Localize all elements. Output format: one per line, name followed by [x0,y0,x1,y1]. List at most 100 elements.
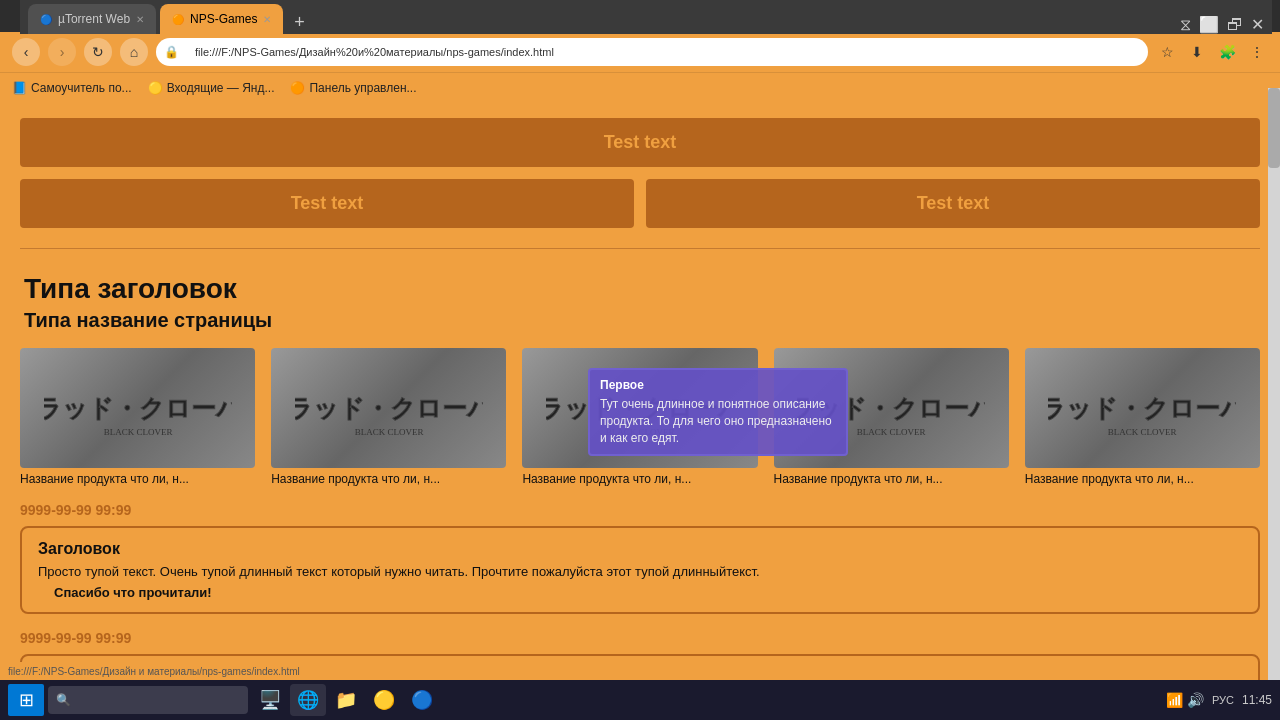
download-icon[interactable]: ⬇ [1186,41,1208,63]
back-button[interactable]: ‹ [12,38,40,66]
post-header-1: Заголовок [38,540,1242,558]
svg-text:BLACK CLOVER: BLACK CLOVER [354,427,423,437]
product-image-2: ブラッド・クローバー BLACK CLOVER [271,348,506,468]
window-buttons: ⧖ ⬜ 🗗 ✕ [1180,15,1264,34]
browser-chrome: 🔵 µTorrent Web ✕ 🟠 NPS-Games ✕ + ⧖ ⬜ 🗗 ✕… [0,0,1280,102]
taskbar-icon-2: 🌐 [297,689,319,711]
svg-text:ブラッド・クローバー: ブラッド・クローバー [1048,394,1236,422]
post-block-1: Заголовок Просто тупой текст. Очень тупо… [20,526,1260,614]
taskbar-icon-5: 🔵 [411,689,433,711]
svg-text:BLACK CLOVER: BLACK CLOVER [1108,427,1177,437]
product-name-2: Название продукта что ли, н... [271,472,506,486]
start-button[interactable]: ⊞ [8,684,44,716]
close-icon[interactable]: ✕ [263,14,271,25]
product-logo-2: ブラッド・クローバー BLACK CLOVER [271,348,506,468]
security-icon: 🔒 [164,45,179,59]
post-date-1: 9999-99-99 99:99 [20,502,1260,518]
section-title: Типа заголовок [20,273,1260,305]
bookmark-item-1[interactable]: 📘 Самоучитель по... [12,81,132,95]
reload-button[interactable]: ↻ [84,38,112,66]
product-logo-5: ブラッド・クローバー BLACK CLOVER [1025,348,1260,468]
taskbar-items: 🖥️ 🌐 📁 🟡 🔵 [252,684,440,716]
tab-utorrent[interactable]: 🔵 µTorrent Web ✕ [28,4,156,34]
product-image-5: ブラッド・クローバー BLACK CLOVER [1025,348,1260,468]
taskbar-item-3[interactable]: 📁 [328,684,364,716]
products-row: ブラッド・クローバー BLACK CLOVER Название продукт… [20,348,1260,486]
svg-text:BLACK CLOVER: BLACK CLOVER [103,427,172,437]
product-card-5[interactable]: ブラッド・クローバー BLACK CLOVER Название продукт… [1025,348,1260,486]
bookmark-icon[interactable]: ☆ [1156,41,1178,63]
product-card-3[interactable]: ブラッド・クローバー BLACK CLOVER Название продукт… [522,348,757,486]
minimize-button[interactable]: ⧖ [1180,16,1191,34]
product-name-5: Название продукта что ли, н... [1025,472,1260,486]
restore-button[interactable]: 🗗 [1227,16,1243,34]
bookmark-label-2: Входящие — Янд... [167,81,275,95]
product-tooltip: Первое Тут очень длинное и понятное опис… [588,368,848,456]
bookmark-label-3: Панель управлен... [309,81,416,95]
product-name-1: Название продукта что ли, н... [20,472,255,486]
sys-icons: 📶 🔊 [1166,692,1204,708]
post-text-1: Просто тупой текст. Очень тупой длинный … [38,564,1242,579]
address-input[interactable] [183,38,1140,66]
new-tab-button[interactable]: + [287,10,311,34]
taskbar-icon-1: 🖥️ [259,689,281,711]
section-heading: Типа заголовок Типа название страницы [20,273,1260,332]
tab-nps-games[interactable]: 🟠 NPS-Games ✕ [160,4,283,34]
tab-favicon-nps: 🟠 [172,14,184,25]
close-icon[interactable]: ✕ [136,14,144,25]
product-name-4: Название продукта что ли, н... [774,472,1009,486]
taskbar-search[interactable]: 🔍 [48,686,248,714]
post-date-2: 9999-99-99 99:99 [20,630,1260,646]
title-bar: 🔵 µTorrent Web ✕ 🟠 NPS-Games ✕ + ⧖ ⬜ 🗗 ✕ [0,0,1280,32]
bookmark-item-3[interactable]: 🟠 Панель управлен... [290,81,416,95]
svg-text:ブラッド・クローバー: ブラッド・クローバー [295,394,483,422]
taskbar-item-2[interactable]: 🌐 [290,684,326,716]
tab-favicon-utorrent: 🔵 [40,14,52,25]
forward-button[interactable]: › [48,38,76,66]
bookmark-favicon-2: 🟡 [148,81,163,95]
taskbar-icon-3: 📁 [335,689,357,711]
section-subtitle: Типа название страницы [20,309,1260,332]
bookmark-favicon-3: 🟠 [290,81,305,95]
expand-button[interactable]: ⬜ [1199,15,1219,34]
bookmark-item-2[interactable]: 🟡 Входящие — Янд... [148,81,275,95]
address-bar-container: 🔒 [156,38,1148,66]
home-button[interactable]: ⌂ [120,38,148,66]
tooltip-text: Тут очень длинное и понятное описание пр… [600,396,836,446]
taskbar-item-4[interactable]: 🟡 [366,684,402,716]
tooltip-title: Первое [600,378,836,392]
scrollbar-thumb[interactable] [1268,88,1280,168]
top-full-button[interactable]: Test text [20,118,1260,167]
svg-text:BLACK CLOVER: BLACK CLOVER [857,427,926,437]
section-divider [20,248,1260,249]
close-window-button[interactable]: ✕ [1251,15,1264,34]
mid-left-button[interactable]: Test text [20,179,634,228]
speaker-icon: 🔊 [1187,692,1204,708]
taskbar-time: 11:45 [1242,693,1272,707]
extensions-icon[interactable]: 🧩 [1216,41,1238,63]
product-card-1[interactable]: ブラッド・クローバー BLACK CLOVER Название продукт… [20,348,255,486]
taskbar: ⊞ 🔍 🖥️ 🌐 📁 🟡 🔵 📶 🔊 РУС 11:45 [0,680,1280,720]
taskbar-icon-4: 🟡 [373,689,395,711]
taskbar-item-5[interactable]: 🔵 [404,684,440,716]
taskbar-item-1[interactable]: 🖥️ [252,684,288,716]
product-image-1: ブラッド・クローバー BLACK CLOVER [20,348,255,468]
status-bar: file:///F:/NPS-Games/Дизайн и материалы/… [0,662,400,680]
tab-label-utorrent: µTorrent Web [58,12,130,26]
mid-right-button[interactable]: Test text [646,179,1260,228]
tabs-bar: 🔵 µTorrent Web ✕ 🟠 NPS-Games ✕ + ⧖ ⬜ 🗗 ✕ [20,0,1272,34]
status-url: file:///F:/NPS-Games/Дизайн и материалы/… [8,666,300,677]
bookmark-label-1: Самоучитель по... [31,81,132,95]
product-card-2[interactable]: ブラッド・クローバー BLACK CLOVER Название продукт… [271,348,506,486]
post-thanks-1: Спасибо что прочитали! [38,585,1242,600]
search-icon: 🔍 [56,693,71,707]
address-bar: ‹ › ↻ ⌂ 🔒 ☆ ⬇ 🧩 ⋮ [0,32,1280,72]
scrollbar-track [1268,88,1280,680]
tab-label-nps: NPS-Games [190,12,257,26]
taskbar-sys: 📶 🔊 РУС 11:45 [1166,692,1272,708]
half-buttons-row: Test text Test text [20,179,1260,228]
bookmarks-bar: 📘 Самоучитель по... 🟡 Входящие — Янд... … [0,72,1280,102]
product-name-3: Название продукта что ли, н... [522,472,757,486]
network-icon: 📶 [1166,692,1183,708]
menu-icon[interactable]: ⋮ [1246,41,1268,63]
